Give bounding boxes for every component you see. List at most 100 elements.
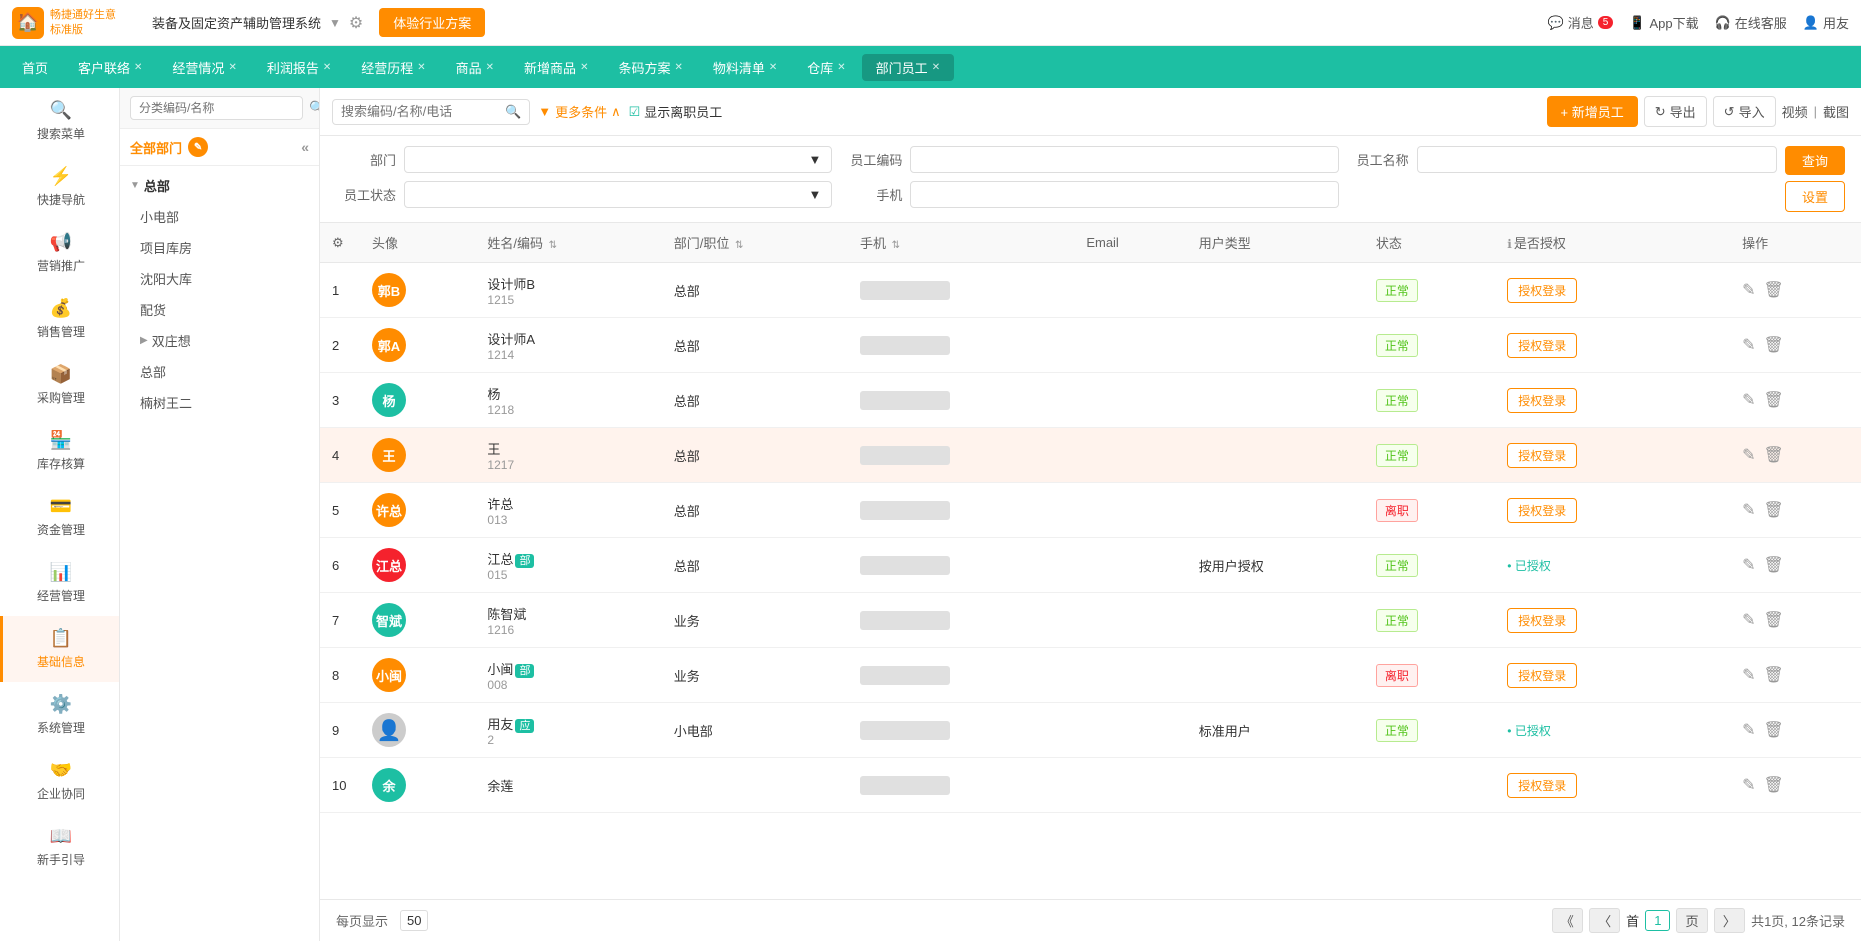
edit-button[interactable]: ✎ <box>1742 555 1755 575</box>
gear-icon[interactable]: ⚙ <box>349 13 363 33</box>
close-icon[interactable]: ✕ <box>486 62 494 73</box>
col-name[interactable]: 姓名/编码 ⇅ <box>475 223 661 263</box>
sidebar-item-system[interactable]: ⚙️ 系统管理 <box>0 682 119 748</box>
tab-operation[interactable]: 经营情况 ✕ <box>158 54 250 81</box>
delete-button[interactable]: 🗑 <box>1764 445 1784 465</box>
trial-button[interactable]: 体验行业方案 <box>379 8 485 37</box>
dept-search-icon[interactable]: 🔍 <box>309 100 320 116</box>
auth-login-button[interactable]: 授权登录 <box>1507 663 1577 688</box>
delete-button[interactable]: 🗑 <box>1764 720 1784 740</box>
reset-button[interactable]: 设置 <box>1785 181 1845 212</box>
edit-button[interactable]: ✎ <box>1742 665 1755 685</box>
user-item[interactable]: 👤 用友 <box>1803 13 1849 32</box>
close-icon[interactable]: ✕ <box>228 62 236 73</box>
app-download-item[interactable]: 📱 App下载 <box>1629 13 1698 32</box>
close-icon[interactable]: ✕ <box>769 62 777 73</box>
edit-button[interactable]: ✎ <box>1742 390 1755 410</box>
dept-node-zongbu[interactable]: ▼ 总部 <box>120 170 319 201</box>
sidebar-item-guide[interactable]: 📖 新手引导 <box>0 814 119 880</box>
close-icon[interactable]: ✕ <box>837 62 845 73</box>
dept-collapse-btn[interactable]: « <box>301 139 309 155</box>
screenshot-button[interactable]: 截图 <box>1823 102 1849 121</box>
current-page[interactable]: 1 <box>1645 910 1670 931</box>
sidebar-item-quick-nav[interactable]: ⚡ 快捷导航 <box>0 154 119 220</box>
export-button[interactable]: ↻ 导出 <box>1644 96 1707 127</box>
page-size-value[interactable]: 50 <box>400 910 428 931</box>
emp-name-input[interactable] <box>1417 146 1777 173</box>
delete-button[interactable]: 🗑 <box>1764 280 1784 300</box>
edit-button[interactable]: ✎ <box>1742 335 1755 355</box>
dept-node-shenyang[interactable]: 沈阳大库 <box>120 263 319 294</box>
edit-button[interactable]: ✎ <box>1742 500 1755 520</box>
tab-history[interactable]: 经营历程 ✕ <box>347 54 439 81</box>
delete-button[interactable]: 🗑 <box>1764 555 1784 575</box>
chevron-down-icon[interactable]: ▼ <box>329 16 341 30</box>
close-icon[interactable]: ✕ <box>323 62 331 73</box>
dept-node-xiaodian[interactable]: 小电部 <box>120 201 319 232</box>
close-icon[interactable]: ✕ <box>134 62 142 73</box>
sidebar-item-basic-info[interactable]: 📋 基础信息 <box>0 616 119 682</box>
import-button[interactable]: ↺ 导入 <box>1713 96 1776 127</box>
tab-barcode[interactable]: 条码方案 ✕ <box>604 54 696 81</box>
close-icon[interactable]: ✕ <box>932 62 940 73</box>
tab-profit[interactable]: 利润报告 ✕ <box>253 54 345 81</box>
emp-code-input[interactable] <box>910 146 1338 173</box>
delete-button[interactable]: 🗑 <box>1764 500 1784 520</box>
delete-button[interactable]: 🗑 <box>1764 390 1784 410</box>
auth-login-button[interactable]: 授权登录 <box>1507 278 1577 303</box>
more-conditions-btn[interactable]: ▼ 更多条件 ∧ <box>538 102 620 121</box>
add-employee-button[interactable]: + 新增员工 <box>1547 96 1638 127</box>
edit-button[interactable]: ✎ <box>1742 280 1755 300</box>
query-button[interactable]: 查询 <box>1785 146 1845 175</box>
message-item[interactable]: 💬 消息 5 <box>1548 13 1614 32</box>
edit-button[interactable]: ✎ <box>1742 445 1755 465</box>
auth-login-button[interactable]: 授权登录 <box>1507 388 1577 413</box>
phone-input[interactable] <box>910 181 1338 208</box>
dept-node-zongbu2[interactable]: 总部 <box>120 356 319 387</box>
delete-button[interactable]: 🗑 <box>1764 665 1784 685</box>
auth-login-button[interactable]: 授权登录 <box>1507 333 1577 358</box>
first-page-btn[interactable]: 《 <box>1552 908 1583 933</box>
edit-button[interactable]: ✎ <box>1742 775 1755 795</box>
dept-search-input[interactable] <box>130 96 303 120</box>
edit-button[interactable]: ✎ <box>1742 610 1755 630</box>
close-icon[interactable]: ✕ <box>417 62 425 73</box>
sidebar-item-marketing[interactable]: 📢 营销推广 <box>0 220 119 286</box>
tab-goods[interactable]: 商品 ✕ <box>442 54 508 81</box>
tab-materials[interactable]: 物料清单 ✕ <box>699 54 791 81</box>
tab-customer[interactable]: 客户联络 ✕ <box>64 54 156 81</box>
col-settings[interactable]: ⚙ <box>320 223 360 263</box>
last-page-btn[interactable]: 〉 <box>1714 908 1745 933</box>
col-dept[interactable]: 部门/职位 ⇅ <box>662 223 848 263</box>
edit-button[interactable]: ✎ <box>1742 720 1755 740</box>
prev-page-btn[interactable]: 〈 <box>1589 908 1620 933</box>
sidebar-item-finance[interactable]: 💳 资金管理 <box>0 484 119 550</box>
sidebar-item-purchase[interactable]: 📦 采购管理 <box>0 352 119 418</box>
next-page-btn[interactable]: 页 <box>1676 908 1707 933</box>
sidebar-item-search[interactable]: 🔍 搜索菜单 <box>0 88 119 154</box>
sidebar-item-management[interactable]: 📊 经营管理 <box>0 550 119 616</box>
online-service-item[interactable]: 🎧 在线客服 <box>1715 13 1787 32</box>
view-button[interactable]: 视频 <box>1782 102 1808 121</box>
dept-node-peihuo[interactable]: 配货 <box>120 294 319 325</box>
dept-all-label[interactable]: 全部部门 ✎ « <box>120 129 319 166</box>
auth-login-button[interactable]: 授权登录 <box>1507 773 1577 798</box>
col-phone[interactable]: 手机 ⇅ <box>848 223 1074 263</box>
dept-node-nanshu[interactable]: 楠树王二 <box>120 387 319 418</box>
delete-button[interactable]: 🗑 <box>1764 775 1784 795</box>
dept-filter-select[interactable]: ▼ <box>404 146 832 173</box>
auth-login-button[interactable]: 授权登录 <box>1507 498 1577 523</box>
delete-button[interactable]: 🗑 <box>1764 335 1784 355</box>
close-icon[interactable]: ✕ <box>674 62 682 73</box>
search-icon[interactable]: 🔍 <box>505 104 521 120</box>
sidebar-item-inventory[interactable]: 🏪 库存核算 <box>0 418 119 484</box>
close-icon[interactable]: ✕ <box>580 62 588 73</box>
show-leave-check[interactable]: ☑ 显示离职员工 <box>629 102 723 121</box>
delete-button[interactable]: 🗑 <box>1764 610 1784 630</box>
auth-login-button[interactable]: 授权登录 <box>1507 443 1577 468</box>
dept-edit-icon[interactable]: ✎ <box>188 137 208 157</box>
sidebar-item-sales[interactable]: 💰 销售管理 <box>0 286 119 352</box>
employee-search-input[interactable] <box>341 104 501 119</box>
sidebar-item-cooperation[interactable]: 🤝 企业协同 <box>0 748 119 814</box>
dept-node-xiangmu[interactable]: 项目库房 <box>120 232 319 263</box>
